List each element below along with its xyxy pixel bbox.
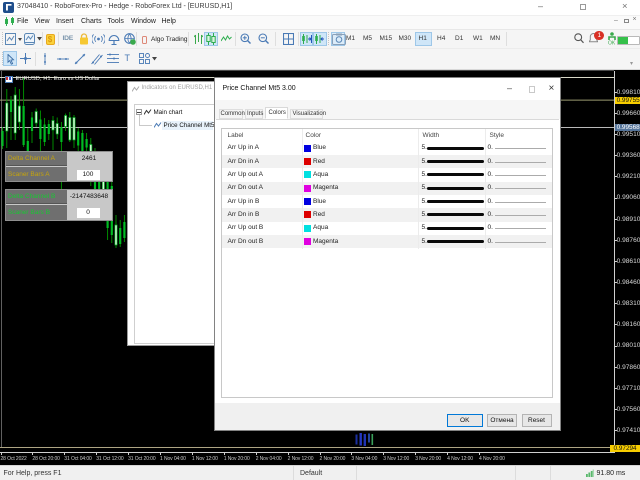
svg-text:OK: OK: [608, 40, 616, 45]
